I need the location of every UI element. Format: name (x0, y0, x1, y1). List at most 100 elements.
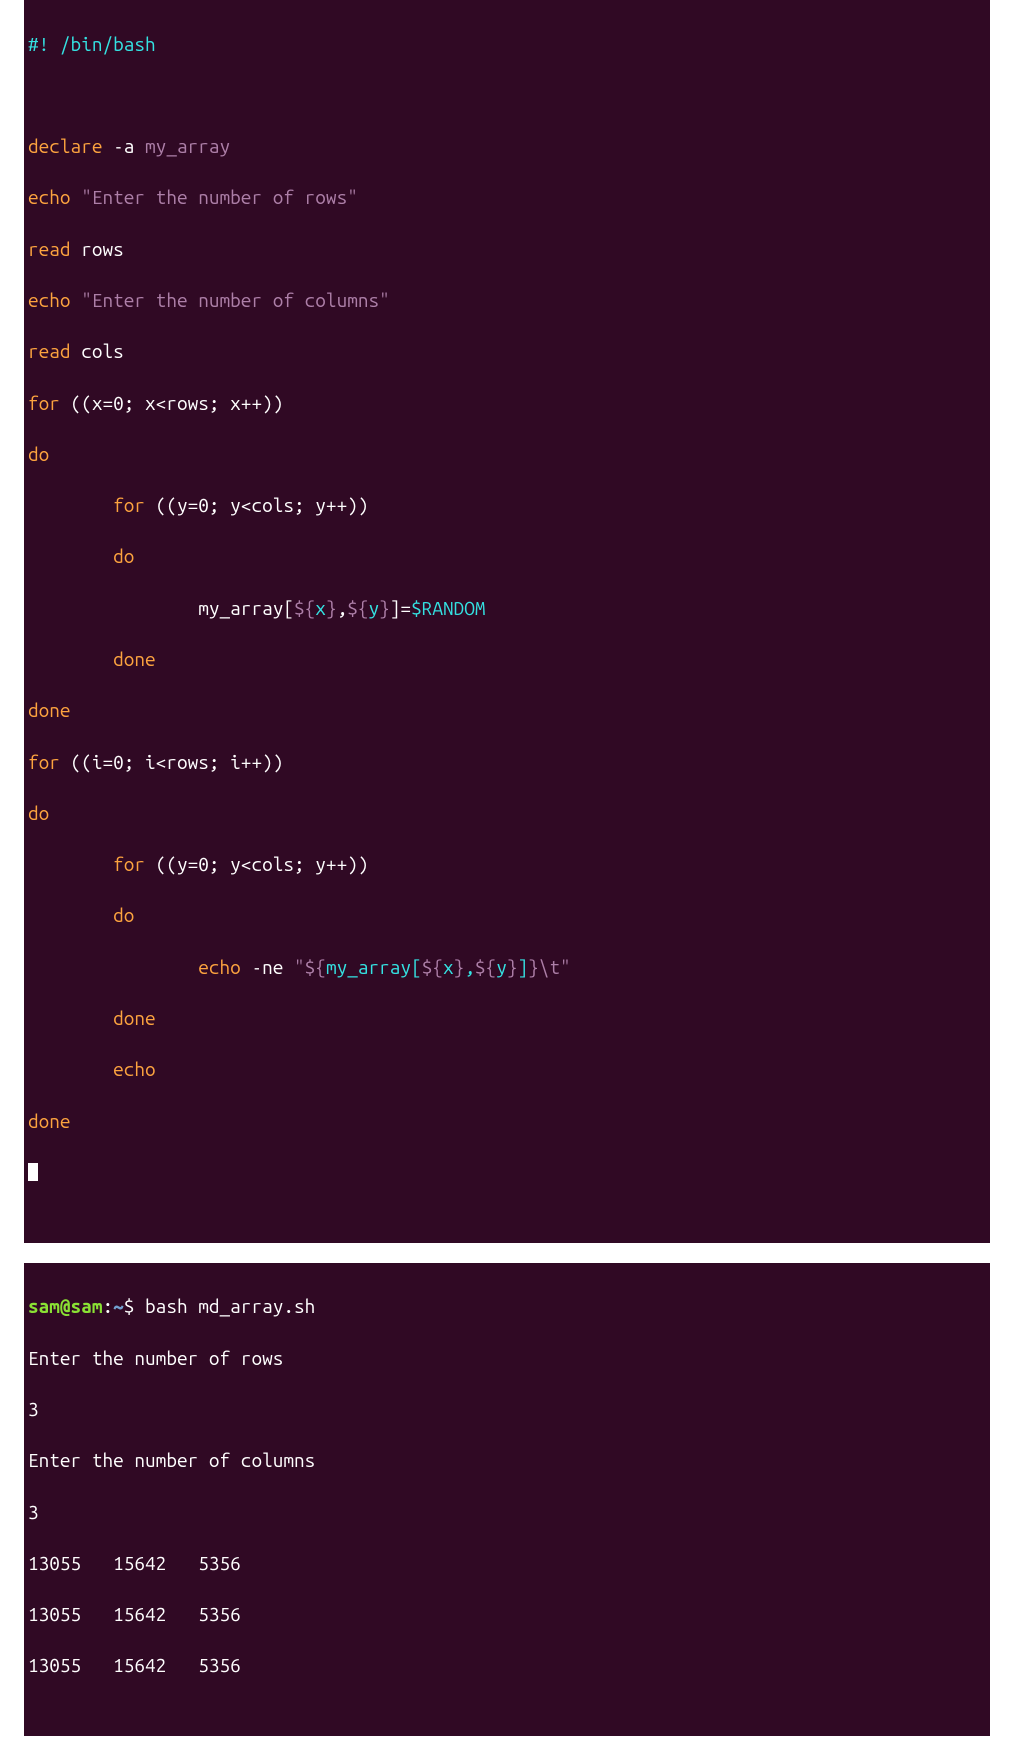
indent (28, 648, 113, 670)
var-close: } (528, 956, 539, 978)
prompt-path: ~ (113, 1295, 124, 1317)
code-line: for ((y=0; y<cols; y++)) (28, 493, 990, 519)
terminal-line: sam@sam:~$ bash md_array.sh (28, 1294, 990, 1320)
indent (28, 904, 113, 926)
code-line: for ((i=0; i<rows; i++)) (28, 750, 990, 776)
indent (28, 1007, 113, 1029)
terminal-line: 13055 15642 5356 (28, 1602, 990, 1628)
code-line: echo -ne "${my_array[${x},${y}]}\t" (28, 955, 990, 981)
code-line-blank (28, 83, 990, 109)
var-open: ${ (475, 956, 496, 978)
code-line: read cols (28, 339, 990, 365)
for-cond-outer1: ((x=0; x<rows; x++)) (60, 392, 283, 414)
cols-var: cols (71, 340, 124, 362)
code-line: #! /bin/bash (28, 32, 990, 58)
code-line: echo "Enter the number of rows" (28, 185, 990, 211)
declare-keyword: declare (28, 135, 102, 157)
comma: , (337, 597, 348, 619)
array-name: my_array (326, 956, 411, 978)
var-close: } (326, 597, 337, 619)
echo-keyword: echo (28, 186, 71, 208)
escape-tab: \t (539, 956, 560, 978)
terminal-output-panel: sam@sam:~$ bash md_array.sh Enter the nu… (24, 1263, 990, 1737)
code-line: do (28, 544, 990, 570)
echo-keyword: echo (28, 289, 71, 311)
do-keyword: do (113, 904, 134, 926)
output-row: 13055 15642 5356 (28, 1603, 241, 1625)
terminal-line: 3 (28, 1500, 990, 1526)
code-line: echo (28, 1057, 990, 1083)
for-keyword: for (28, 392, 60, 414)
output-text: Enter the number of rows (28, 1347, 283, 1369)
for-cond-outer2: ((i=0; i<rows; i++)) (60, 751, 283, 773)
code-line (28, 1160, 990, 1186)
indent (28, 853, 113, 875)
var-open: ${ (347, 597, 368, 619)
var-open: ${ (305, 956, 326, 978)
bracket-open: [ (283, 597, 294, 619)
script-code-panel: #! /bin/bash declare -a my_array echo "E… (24, 0, 990, 1243)
for-cond-inner-y: ((y=0; y<cols; y++)) (145, 853, 368, 875)
code-line: echo "Enter the number of columns" (28, 288, 990, 314)
code-line: my_array[${x},${y}]=$RANDOM (28, 596, 990, 622)
array-name: my_array (198, 597, 283, 619)
string-rows: "Enter the number of rows" (71, 186, 358, 208)
indent (28, 494, 113, 516)
done-keyword: done (28, 699, 71, 721)
done-keyword: done (113, 648, 156, 670)
random-var: $RANDOM (411, 597, 485, 619)
code-line: do (28, 442, 990, 468)
code-line: for ((y=0; y<cols; y++)) (28, 852, 990, 878)
done-keyword: done (113, 1007, 156, 1029)
var-y: y (369, 597, 380, 619)
code-line: declare -a my_array (28, 134, 990, 160)
indent (28, 956, 198, 978)
terminal-line: 13055 15642 5356 (28, 1653, 990, 1679)
code-line: done (28, 698, 990, 724)
do-keyword: do (113, 545, 134, 567)
echo-flag: -ne (241, 956, 294, 978)
output-row: 13055 15642 5356 (28, 1552, 241, 1574)
var-open: ${ (422, 956, 443, 978)
output-row: 13055 15642 5356 (28, 1654, 241, 1676)
string-cols: "Enter the number of columns" (71, 289, 390, 311)
bracket-close-eq: ]= (390, 597, 411, 619)
declare-flag: -a (102, 135, 145, 157)
var-open: ${ (294, 597, 315, 619)
code-line: do (28, 801, 990, 827)
for-cond-inner-y: ((y=0; y<cols; y++)) (145, 494, 368, 516)
echo-keyword: echo (113, 1058, 156, 1080)
output-text: 3 (28, 1398, 39, 1420)
indent (28, 545, 113, 567)
string-quote: " (560, 956, 571, 978)
output-text: Enter the number of columns (28, 1449, 315, 1471)
do-keyword: do (28, 802, 49, 824)
read-keyword: read (28, 238, 71, 260)
read-keyword: read (28, 340, 71, 362)
var-x: x (315, 597, 326, 619)
code-line: read rows (28, 237, 990, 263)
terminal-line: 13055 15642 5356 (28, 1551, 990, 1577)
prompt-user-host: sam@sam (28, 1295, 102, 1317)
prompt-colon: : (102, 1295, 113, 1317)
bracket-open: [ (411, 956, 422, 978)
var-close: } (379, 597, 390, 619)
command-text: bash md_array.sh (145, 1295, 315, 1317)
code-line: done (28, 647, 990, 673)
for-keyword: for (28, 751, 60, 773)
terminal-line: Enter the number of rows (28, 1346, 990, 1372)
shebang-path: /bin/bash (60, 33, 156, 55)
for-keyword: for (113, 494, 145, 516)
indent (28, 1058, 113, 1080)
array-name: my_array (145, 135, 230, 157)
bracket-close: ] (517, 956, 528, 978)
terminal-line: Enter the number of columns (28, 1448, 990, 1474)
code-line: do (28, 903, 990, 929)
terminal-line: 3 (28, 1397, 990, 1423)
var-close: } (454, 956, 465, 978)
rows-var: rows (71, 238, 124, 260)
code-line: done (28, 1109, 990, 1135)
var-y: y (496, 956, 507, 978)
cursor-icon (28, 1163, 38, 1181)
code-line: done (28, 1006, 990, 1032)
